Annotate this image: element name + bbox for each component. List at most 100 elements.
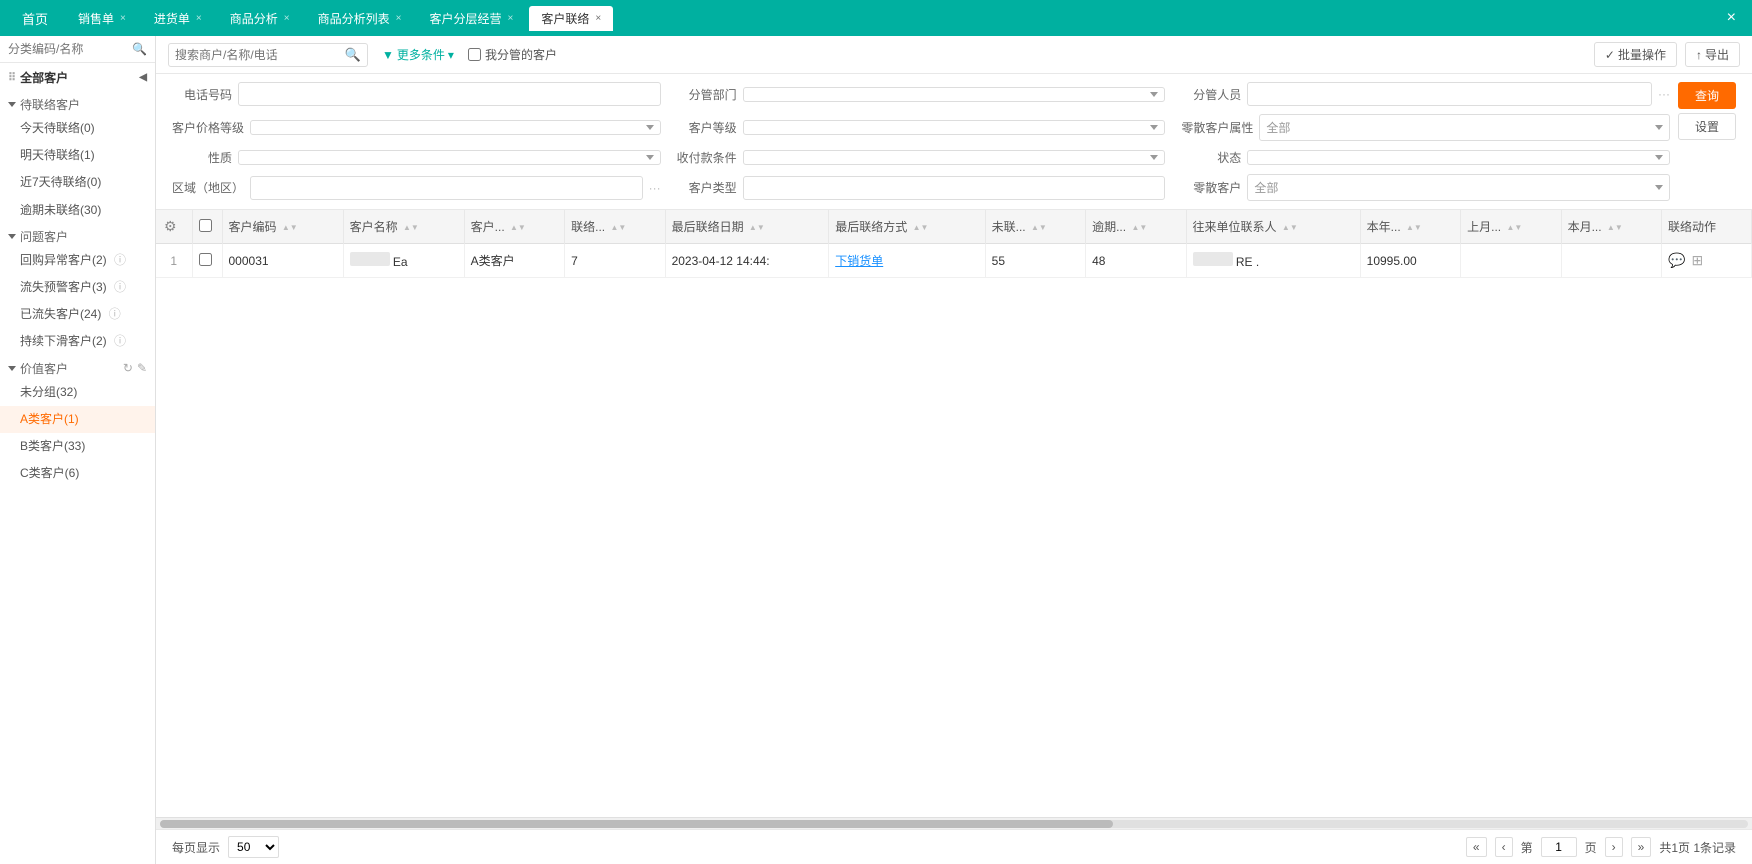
sidebar-item-7days[interactable]: 近7天待联络(0)	[0, 169, 155, 196]
next-page-btn[interactable]: ›	[1605, 837, 1623, 857]
nav-tab-sales[interactable]: 销售单 ×	[66, 6, 138, 31]
filter-sparse: 零散客户 全部	[1181, 174, 1670, 201]
nav-home[interactable]: 首页	[8, 5, 62, 32]
chat-action-icon[interactable]: 💬	[1668, 252, 1685, 269]
row-checkbox-cell[interactable]	[192, 244, 222, 278]
filter-sparse-select[interactable]: 全部	[1247, 174, 1670, 201]
filter-payment-chevron	[1150, 155, 1158, 160]
my-customers-checkbox[interactable]	[468, 48, 481, 61]
col-code-label: 客户编码	[229, 220, 277, 234]
row-contact-color	[1193, 252, 1233, 266]
filter-person-dots[interactable]: ···	[1658, 87, 1670, 101]
filter-person: 分管人员 ···	[1181, 82, 1670, 106]
settings-button[interactable]: 设置	[1678, 113, 1736, 140]
sidebar-item-churn-warning[interactable]: 流失预警客户(3) ⓘ	[0, 274, 155, 301]
col-last-date[interactable]: 最后联络日期 ▲▼	[665, 210, 829, 244]
nav-tab-purchase[interactable]: 进货单 ×	[142, 6, 214, 31]
nav-tab-customer-contact[interactable]: 客户联络 ×	[529, 6, 613, 31]
filter-person-input[interactable]	[1247, 82, 1652, 106]
table-header: ⚙ 客户编码 ▲▼ 客户名称 ▲▼	[156, 210, 1752, 244]
filter-region-dots[interactable]: ···	[649, 181, 661, 195]
sidebar-item-b-class[interactable]: B类客户(33)	[0, 433, 155, 460]
sidebar-item-a-class[interactable]: A类客户(1)	[0, 406, 155, 433]
horizontal-scrollbar[interactable]	[160, 820, 1748, 828]
sidebar-group-value[interactable]: 价值客户 ↻ ✎	[0, 356, 155, 379]
nav-tab-analysis[interactable]: 商品分析 ×	[218, 6, 302, 31]
filter-sparse-attr-select[interactable]: 全部	[1259, 114, 1670, 141]
col-contact-person[interactable]: 往来单位联系人 ▲▼	[1186, 210, 1360, 244]
col-contact[interactable]: 联络... ▲▼	[565, 210, 665, 244]
prev-page-btn[interactable]: ‹	[1495, 837, 1513, 857]
col-last-method[interactable]: 最后联络方式 ▲▼	[829, 210, 985, 244]
value-edit-icon[interactable]: ✎	[137, 361, 147, 375]
col-settings[interactable]: ⚙	[156, 210, 192, 244]
sidebar-group-problem[interactable]: 问题客户	[0, 224, 155, 247]
nav-tab-analysis-list[interactable]: 商品分析列表 ×	[306, 6, 414, 31]
sidebar-all-customers[interactable]: ⠿ 全部客户 ◀	[0, 63, 155, 92]
nav-tab-analysis-list-close[interactable]: ×	[396, 13, 402, 24]
page-size-label: 每页显示	[172, 839, 220, 856]
content-area: 🔍 ▼ 更多条件 ▾ 我分管的客户 ✓ 批量操作 ↑ 导出	[156, 36, 1752, 864]
col-code[interactable]: 客户编码 ▲▼	[222, 210, 343, 244]
sidebar-group-pending[interactable]: 待联络客户	[0, 92, 155, 115]
filter-price-level-chevron	[646, 125, 654, 130]
search-icon[interactable]: 🔍	[345, 47, 361, 63]
sidebar-item-churned[interactable]: 已流失客户(24) ⓘ	[0, 301, 155, 328]
sidebar-search-icon[interactable]: 🔍	[132, 42, 147, 56]
filter-phone-input[interactable]	[238, 82, 661, 106]
row-last-method-link[interactable]: 下销货单	[835, 254, 883, 268]
grid-action-icon[interactable]: ⊞	[1691, 252, 1703, 269]
sidebar-item-overdue[interactable]: 逾期未联络(30)	[0, 197, 155, 224]
export-btn[interactable]: ↑ 导出	[1685, 42, 1740, 67]
first-page-btn[interactable]: «	[1466, 837, 1487, 857]
col-last-month[interactable]: 上月... ▲▼	[1461, 210, 1561, 244]
scrollbar-thumb[interactable]	[160, 820, 1113, 828]
search-input[interactable]	[175, 48, 341, 62]
filter-more-btn[interactable]: ▼ 更多条件 ▾	[376, 43, 460, 66]
value-refresh-icon[interactable]: ↻	[123, 361, 133, 375]
filter-status-select[interactable]	[1247, 150, 1670, 165]
filter-payment-select[interactable]	[743, 150, 1166, 165]
row-last-method[interactable]: 下销货单	[829, 244, 985, 278]
batch-ops-btn[interactable]: ✓ 批量操作	[1594, 42, 1677, 67]
query-button[interactable]: 查询	[1678, 82, 1736, 109]
nav-tab-customer-tier[interactable]: 客户分层经营 ×	[417, 6, 525, 31]
col-this-year[interactable]: 本年... ▲▼	[1360, 210, 1460, 244]
settings-icon[interactable]: ⚙	[164, 218, 177, 234]
filter-customer-level-select[interactable]	[743, 120, 1166, 135]
sidebar-group-pending-label: 待联络客户	[20, 96, 80, 113]
filter-customer-level-label: 客户等级	[677, 119, 737, 136]
row-code[interactable]: 000031	[222, 244, 343, 278]
col-overdue[interactable]: 逾期... ▲▼	[1086, 210, 1186, 244]
filter-nature-select[interactable]	[238, 150, 661, 165]
col-this-month[interactable]: 本月... ▲▼	[1561, 210, 1661, 244]
filter-price-level-select[interactable]	[250, 120, 661, 135]
page-size-select[interactable]: 50 100	[228, 836, 279, 858]
my-customers-wrap[interactable]: 我分管的客户	[468, 46, 557, 63]
sidebar-item-repurchase-abnormal[interactable]: 回购异常客户(2) ⓘ	[0, 247, 155, 274]
col-not-contacted[interactable]: 未联... ▲▼	[985, 210, 1085, 244]
sidebar-item-today[interactable]: 今天待联络(0)	[0, 115, 155, 142]
sidebar-item-declining[interactable]: 持续下滑客户(2) ⓘ	[0, 328, 155, 355]
filter-region-input[interactable]	[250, 176, 643, 200]
nav-tab-customer-contact-close[interactable]: ×	[595, 13, 601, 24]
filter-payment: 收付款条件	[677, 149, 1166, 166]
row-checkbox[interactable]	[199, 253, 212, 266]
col-level[interactable]: 客户... ▲▼	[464, 210, 564, 244]
page-number-input[interactable]	[1541, 837, 1577, 857]
sidebar-item-c-class[interactable]: C类客户(6)	[0, 460, 155, 487]
sidebar-search-input[interactable]	[8, 42, 128, 56]
col-name[interactable]: 客户名称 ▲▼	[343, 210, 464, 244]
nav-tab-customer-tier-close[interactable]: ×	[507, 13, 513, 24]
nav-tab-analysis-close[interactable]: ×	[284, 13, 290, 24]
col-checkbox[interactable]	[192, 210, 222, 244]
nav-close-all[interactable]: ×	[1719, 5, 1744, 31]
nav-tab-purchase-close[interactable]: ×	[196, 13, 202, 24]
filter-dept-select[interactable]	[743, 87, 1166, 102]
sidebar-item-ungroup[interactable]: 未分组(32)	[0, 379, 155, 406]
sidebar-item-tomorrow[interactable]: 明天待联络(1)	[0, 142, 155, 169]
filter-customer-type-input[interactable]	[743, 176, 1166, 200]
nav-tab-sales-close[interactable]: ×	[120, 13, 126, 24]
last-page-btn[interactable]: »	[1631, 837, 1652, 857]
select-all-checkbox[interactable]	[199, 219, 212, 232]
